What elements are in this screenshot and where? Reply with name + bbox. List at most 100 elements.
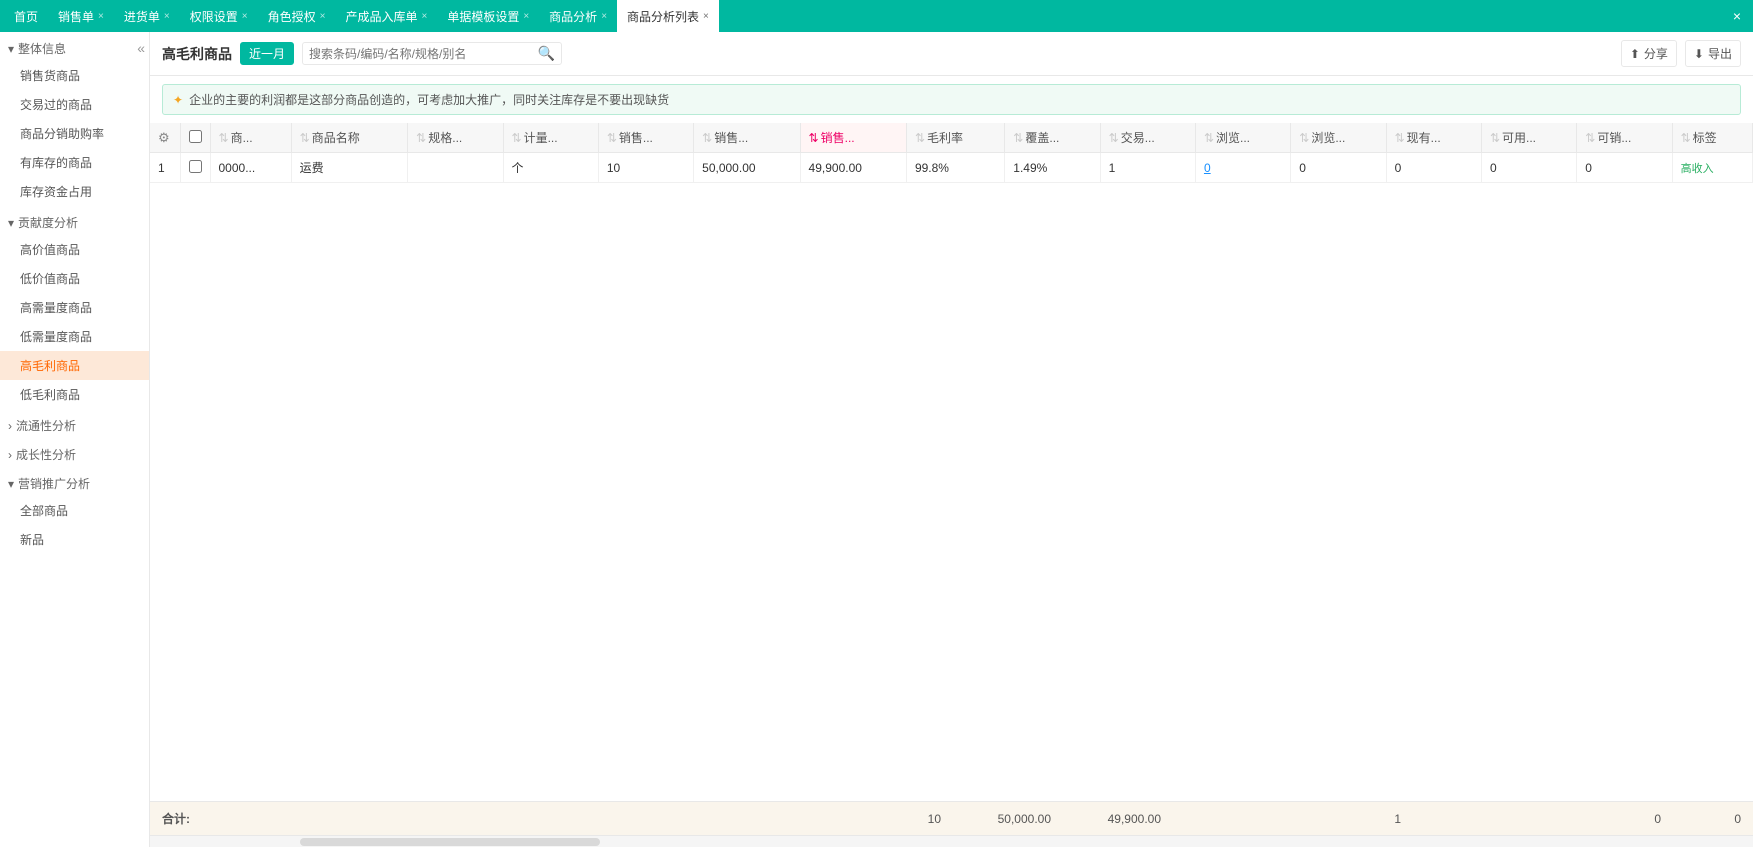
close-template-icon[interactable]: × [523,11,529,22]
nav-product-storage[interactable]: 产成品入库单 × [335,0,437,32]
arrow-right-icon: › [8,419,12,433]
cell-current: 0 [1386,153,1481,183]
main-layout: « ▾ 整体信息 销售货商品 交易过的商品 商品分销助购率 有库存的商品 库存资… [0,32,1753,847]
nav-sales-order[interactable]: 销售单 × [48,0,114,32]
footer-transactions: 1 [1341,812,1401,826]
nav-home[interactable]: 首页 [4,0,48,32]
sidebar-item-new-goods[interactable]: 新品 [0,525,149,554]
export-button[interactable]: ⬇ 导出 [1685,40,1741,67]
sidebar-group-contribution[interactable]: ▾ 贡献度分析 [0,206,149,235]
col-name[interactable]: ⇅商品名称 [291,123,408,153]
sidebar-item-high-margin[interactable]: 高毛利商品 [0,351,149,380]
share-icon: ⬆ [1630,47,1640,61]
col-gross-margin[interactable]: ⇅毛利率 [906,123,1004,153]
nav-permission-settings[interactable]: 权限设置 × [180,0,258,32]
cell-browse2: 0 [1291,153,1386,183]
col-sales2[interactable]: ⇅销售... [694,123,800,153]
col-sales1[interactable]: ⇅销售... [598,123,693,153]
nav-product-analysis[interactable]: 商品分析 × [539,0,617,32]
footer-sales2: 50,000.00 [961,812,1051,826]
sidebar-item-in-stock[interactable]: 有库存的商品 [0,148,149,177]
close-role-auth-icon[interactable]: × [320,11,326,22]
cell-sales2: 50,000.00 [694,153,800,183]
cell-coverage: 1.49% [1005,153,1100,183]
col-browse1[interactable]: ⇅浏览... [1195,123,1290,153]
sidebar-item-low-margin[interactable]: 低毛利商品 [0,380,149,409]
col-unit[interactable]: ⇅计量... [503,123,598,153]
sidebar-item-distribution-rate[interactable]: 商品分销助购率 [0,119,149,148]
page-title: 高毛利商品 [162,44,232,64]
col-spec[interactable]: ⇅规格... [408,123,503,153]
col-current[interactable]: ⇅现有... [1386,123,1481,153]
sidebar-item-low-value[interactable]: 低价值商品 [0,264,149,293]
sidebar-item-high-demand[interactable]: 高需量度商品 [0,293,149,322]
col-available[interactable]: ⇅可用... [1481,123,1576,153]
select-all-checkbox[interactable] [189,130,202,143]
col-checkbox [180,123,210,153]
content-area: 高毛利商品 近一月 🔍 ⬆ 分享 ⬇ 导出 ✦ 企业的主要的利润都是这部分商品创… [150,32,1753,847]
search-input[interactable] [309,47,538,61]
footer-sales3: 49,900.00 [1071,812,1161,826]
cell-transactions: 1 [1100,153,1195,183]
info-icon: ✦ [173,93,183,107]
horizontal-scrollbar[interactable] [300,838,600,846]
sidebar-group-liquidity[interactable]: › 流通性分析 [0,409,149,438]
sidebar-item-sales-goods[interactable]: 销售货商品 [0,61,149,90]
col-code[interactable]: ⇅商... [210,123,291,153]
close-permission-icon[interactable]: × [242,11,248,22]
cell-browse1[interactable]: 0 [1195,153,1290,183]
cell-available: 0 [1481,153,1576,183]
sidebar-item-low-demand[interactable]: 低需量度商品 [0,322,149,351]
table-header-row: ⚙ ⇅商... ⇅商品名称 ⇅规格... ⇅计量... ⇅销售... ⇅销售..… [150,123,1753,153]
export-icon: ⬇ [1694,47,1704,61]
table-footer: 合计: 10 50,000.00 49,900.00 1 0 0 [150,801,1753,835]
footer-sales1: 10 [881,812,941,826]
col-sales3[interactable]: ⇅销售... [800,123,906,153]
cell-sellable: 0 [1577,153,1672,183]
nav-role-auth[interactable]: 角色授权 × [258,0,336,32]
col-transactions[interactable]: ⇅交易... [1100,123,1195,153]
close-sales-order-icon[interactable]: × [98,11,104,22]
nav-template-settings[interactable]: 单据模板设置 × [437,0,539,32]
arrow-down-icon-3: ▾ [8,477,14,491]
cell-tag: 高收入 [1672,153,1752,183]
sidebar-group-growth[interactable]: › 成长性分析 [0,438,149,467]
search-icon[interactable]: 🔍 [538,45,555,62]
filter-recent-month-button[interactable]: 近一月 [240,42,294,65]
cell-code: 0000... [210,153,291,183]
close-analysis-list-icon[interactable]: × [703,11,709,22]
cell-sales3: 49,900.00 [800,153,906,183]
col-browse2[interactable]: ⇅浏览... [1291,123,1386,153]
cell-gross-margin: 99.8% [906,153,1004,183]
sidebar: « ▾ 整体信息 销售货商品 交易过的商品 商品分销助购率 有库存的商品 库存资… [0,32,150,847]
table-container: ⚙ ⇅商... ⇅商品名称 ⇅规格... ⇅计量... ⇅销售... ⇅销售..… [150,123,1753,801]
close-all-button[interactable]: × [1725,8,1749,24]
sidebar-item-high-value[interactable]: 高价值商品 [0,235,149,264]
sidebar-group-marketing[interactable]: ▾ 营销推广分析 [0,467,149,496]
arrow-down-icon: ▾ [8,42,14,56]
cell-checkbox [180,153,210,183]
cell-no: 1 [150,153,180,183]
close-product-storage-icon[interactable]: × [421,11,427,22]
sidebar-item-traded-goods[interactable]: 交易过的商品 [0,90,149,119]
share-button[interactable]: ⬆ 分享 [1621,40,1677,67]
nav-product-analysis-list[interactable]: 商品分析列表 × [617,0,719,32]
info-banner: ✦ 企业的主要的利润都是这部分商品创造的，可考虑加大推广，同时关注库存是不要出现… [162,84,1741,115]
footer-label: 合计: [162,810,190,827]
sidebar-group-overall[interactable]: ▾ 整体信息 [0,32,149,61]
settings-icon[interactable]: ⚙ [158,130,170,145]
row-checkbox[interactable] [189,160,202,173]
col-tag[interactable]: ⇅标签 [1672,123,1752,153]
footer-available: 0 [1601,812,1661,826]
col-sellable[interactable]: ⇅可销... [1577,123,1672,153]
sidebar-collapse-button[interactable]: « [137,40,145,56]
close-analysis-icon[interactable]: × [601,11,607,22]
close-purchase-order-icon[interactable]: × [164,11,170,22]
browse1-link[interactable]: 0 [1204,161,1211,175]
sidebar-item-inventory-capital[interactable]: 库存资金占用 [0,177,149,206]
col-settings[interactable]: ⚙ [150,123,180,153]
nav-purchase-order[interactable]: 进货单 × [114,0,180,32]
top-navigation: 首页 销售单 × 进货单 × 权限设置 × 角色授权 × 产成品入库单 × 单据… [0,0,1753,32]
col-coverage[interactable]: ⇅覆盖... [1005,123,1100,153]
sidebar-item-all-goods[interactable]: 全部商品 [0,496,149,525]
